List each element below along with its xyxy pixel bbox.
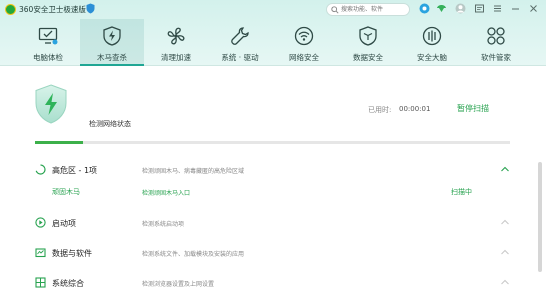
monitor-check-icon [38, 27, 58, 45]
brain-icon [422, 26, 442, 46]
loading-spinner-icon [35, 164, 46, 175]
category-name: 高危区 - 1项 [52, 166, 98, 175]
cube-shield-icon [359, 26, 377, 46]
app-title: 360安全卫士极速版 [19, 5, 86, 14]
nav-item-system-driver[interactable]: 系统 · 驱动 [208, 19, 272, 66]
close-icon[interactable] [528, 3, 539, 14]
sub-item-status: 扫描中 [451, 188, 472, 196]
scrollbar[interactable] [538, 162, 542, 272]
scan-progress-fill [35, 141, 83, 144]
apps-icon [487, 27, 505, 45]
wifi-icon [294, 26, 314, 46]
category-row-data-software[interactable]: 数据与软件 检测系统文件、加载模块及安装的应用 [0, 242, 530, 264]
main-nav: 电脑体检 木马查杀 清理加速 系统 · 驱动 网络安全 数据安全 安全大脑 软件… [0, 19, 546, 66]
app-logo [5, 4, 16, 15]
sub-item-desc: 检测顽固木马入口 [142, 190, 191, 197]
nav-item-software-manager[interactable]: 软件管家 [464, 19, 528, 66]
skin-icon[interactable] [419, 3, 430, 14]
chevron-up-icon[interactable] [500, 248, 510, 256]
nav-label-trojan-scan: 木马查杀 [97, 53, 127, 62]
category-name: 数据与软件 [52, 249, 92, 258]
category-name: 启动项 [52, 219, 76, 228]
feedback-icon[interactable] [436, 3, 447, 14]
nav-label-software-manager: 软件管家 [481, 53, 511, 62]
category-desc: 检测顽固木马、病毒藏匿的高危险区域 [142, 168, 245, 175]
pause-scan-button[interactable]: 暂停扫描 [457, 103, 489, 114]
avatar-icon[interactable] [455, 3, 466, 14]
chevron-up-icon[interactable] [500, 218, 510, 226]
nav-label-cleanup: 清理加速 [161, 53, 191, 62]
lightning-shield-icon [103, 26, 121, 46]
title-bar: 360安全卫士极速版 [0, 0, 546, 19]
chevron-up-icon[interactable] [500, 165, 510, 173]
grid-icon [35, 277, 46, 288]
play-circle-icon [35, 217, 46, 228]
search-icon [331, 6, 339, 14]
search-box[interactable] [326, 3, 410, 16]
category-desc: 检测浏览器设置及上网设置 [142, 281, 215, 288]
sub-item-name: 顽固木马 [52, 188, 80, 196]
category-name: 系统综合 [52, 279, 84, 288]
elapsed-time-label: 已用时: [368, 106, 392, 114]
nav-label-data-security: 数据安全 [353, 53, 383, 62]
scan-progress-bar [35, 141, 510, 144]
scan-panel: 检测网络状态 已用时: 00:00:01 暂停扫描 高危区 - 1项 检测顽固木… [0, 67, 546, 297]
category-desc: 检测系统启动项 [142, 221, 185, 228]
nav-label-security-brain: 安全大脑 [417, 53, 447, 62]
shield-badge-icon [86, 3, 95, 14]
nav-item-security-brain[interactable]: 安全大脑 [400, 19, 464, 66]
elapsed-time-value: 00:00:01 [399, 105, 431, 113]
nav-label-system-driver: 系统 · 驱动 [221, 53, 259, 62]
app-header: 360安全卫士极速版 搜索功能、软件 电脑体检 木马查杀 清理加速 系统 · 驱… [0, 0, 546, 66]
chevron-up-icon[interactable] [500, 278, 510, 286]
data-folder-icon [35, 248, 46, 258]
nav-item-data-security[interactable]: 数据安全 [336, 19, 400, 66]
nav-label-checkup: 电脑体检 [33, 53, 63, 62]
nav-item-network-security[interactable]: 网络安全 [272, 19, 336, 66]
nav-item-cleanup[interactable]: 清理加速 [144, 19, 208, 66]
category-row-system-general[interactable]: 系统综合 检测浏览器设置及上网设置 [0, 272, 530, 294]
search-input[interactable] [341, 4, 407, 15]
category-desc: 检测系统文件、加载模块及安装的应用 [142, 251, 245, 258]
nav-item-trojan-scan[interactable]: 木马查杀 [80, 19, 144, 66]
category-row-high-risk[interactable]: 高危区 - 1项 检测顽固木马、病毒藏匿的高危险区域 [0, 159, 530, 181]
fan-icon [167, 27, 185, 45]
scan-shield-icon [35, 84, 67, 124]
menu-icon[interactable] [492, 3, 503, 14]
scan-status-text: 检测网络状态 [89, 120, 131, 128]
nav-label-network-security: 网络安全 [289, 53, 319, 62]
minimize-icon[interactable] [510, 3, 521, 14]
wrench-icon [231, 27, 249, 45]
sub-item-row: 顽固木马 检测顽固木马入口 扫描中 [0, 184, 530, 200]
category-row-startup[interactable]: 启动项 检测系统启动项 [0, 212, 530, 234]
nav-item-checkup[interactable]: 电脑体检 [16, 19, 80, 66]
message-icon[interactable] [474, 3, 485, 14]
